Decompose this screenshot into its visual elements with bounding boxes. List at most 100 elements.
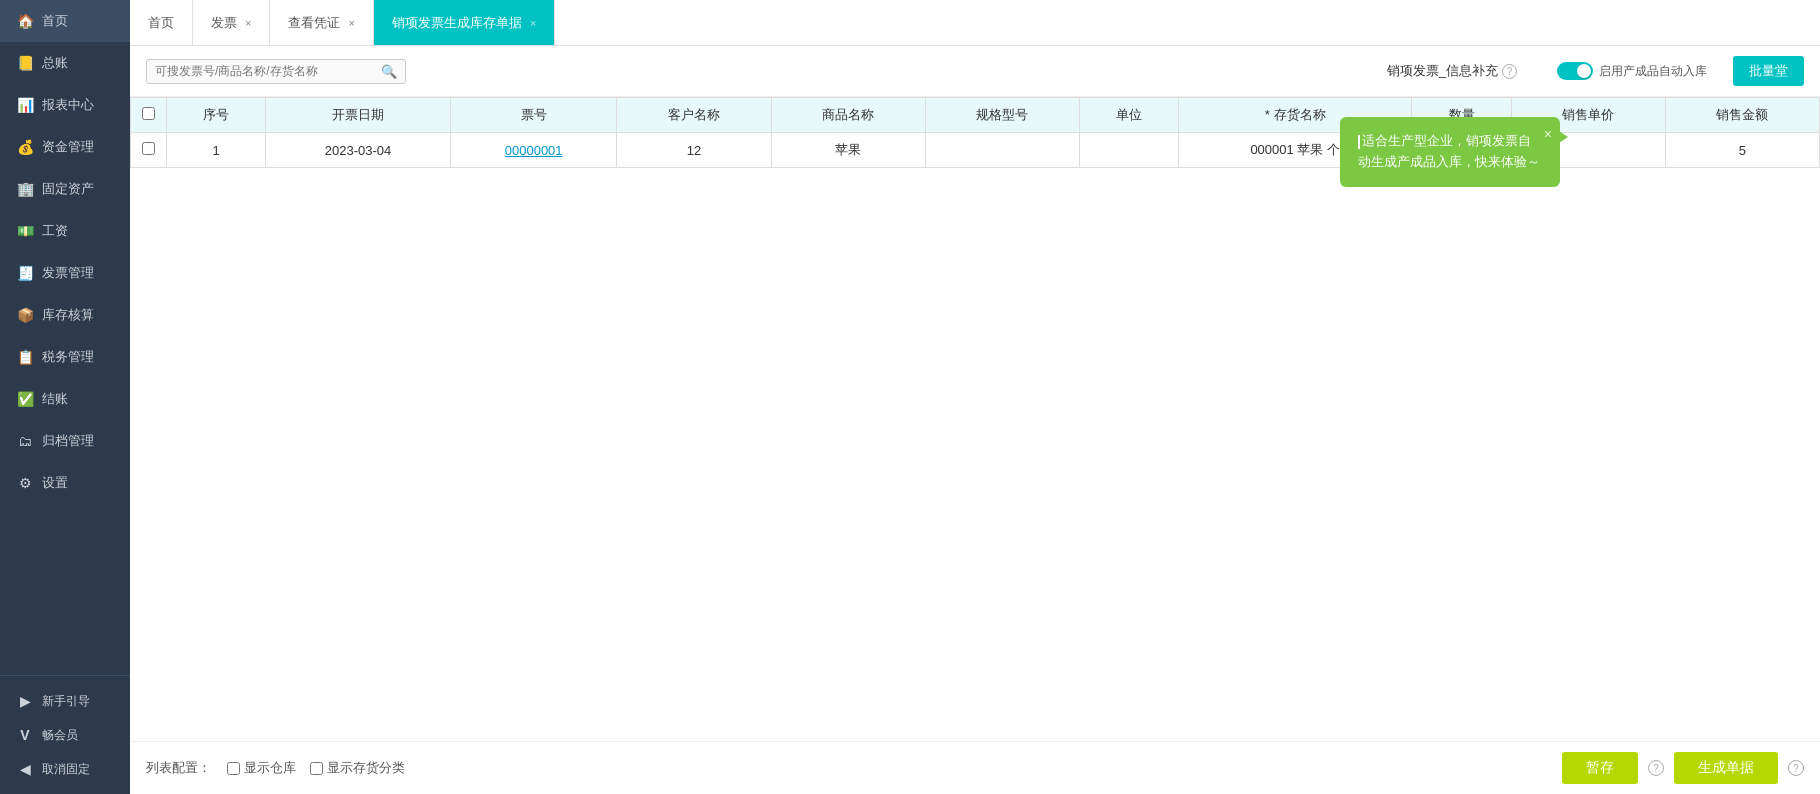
row-amount: 5 [1665, 133, 1819, 168]
tab-sales-invoice-close[interactable]: × [530, 17, 536, 29]
sidebar-item-label: 税务管理 [42, 348, 94, 366]
toggle-wrapper: 启用产成品自动入库 [1557, 62, 1707, 80]
save-button[interactable]: 暂存 [1562, 752, 1638, 784]
sidebar: 🏠 首页 📒 总账 📊 报表中心 💰 资金管理 🏢 固定资产 💵 工资 🧾 发票… [0, 0, 130, 794]
row-customer: 12 [617, 133, 771, 168]
sidebar-item-home[interactable]: 🏠 首页 [0, 0, 130, 42]
tooltip-cursor [1358, 135, 1360, 149]
sidebar-item-label: 发票管理 [42, 264, 94, 282]
main-area: 首页 发票 × 查看凭证 × 销项发票生成库存单据 × 🔍 销项发票_信息补充 … [130, 0, 1820, 794]
toolbar-row: 🔍 销项发票_信息补充 ? 启用产成品自动入库 批量堂 [130, 46, 1820, 97]
sidebar-item-label: 首页 [42, 12, 68, 30]
member-icon: V [16, 726, 34, 744]
ledger-icon: 📒 [16, 54, 34, 72]
sidebar-item-member[interactable]: V 畅会员 [0, 718, 130, 752]
tab-home[interactable]: 首页 [130, 0, 193, 45]
tab-view-voucher-label: 查看凭证 [288, 14, 340, 32]
sidebar-item-beginner-guide[interactable]: ▶ 新手引导 [0, 684, 130, 718]
row-unit [1079, 133, 1178, 168]
sidebar-item-checkout[interactable]: ✅ 结账 [0, 378, 130, 420]
sidebar-item-label: 资金管理 [42, 138, 94, 156]
sidebar-item-label: 总账 [42, 54, 68, 72]
generate-help-icon[interactable]: ? [1788, 760, 1804, 776]
tooltip-close-button[interactable]: × [1544, 123, 1552, 145]
cancel-fix-button[interactable]: ◀ 取消固定 [0, 752, 130, 786]
batch-button[interactable]: 批量堂 [1733, 56, 1804, 86]
header-ticket-no: 票号 [450, 98, 616, 133]
row-checkbox[interactable] [142, 142, 155, 155]
sidebar-item-invoice-management[interactable]: 🧾 发票管理 [0, 252, 130, 294]
sidebar-item-salary[interactable]: 💵 工资 [0, 210, 130, 252]
header-spec: 规格型号 [925, 98, 1079, 133]
sidebar-item-label: 工资 [42, 222, 68, 240]
content-area: 🔍 销项发票_信息补充 ? 启用产成品自动入库 批量堂 × 适合生产型企业，销项… [130, 46, 1820, 794]
sidebar-bottom: ▶ 新手引导 V 畅会员 ◀ 取消固定 [0, 675, 130, 794]
info-text: 销项发票_信息补充 [1387, 62, 1498, 80]
header-product-name: 商品名称 [771, 98, 925, 133]
info-question-icon[interactable]: ? [1502, 64, 1517, 79]
select-all-checkbox[interactable] [142, 107, 155, 120]
inventory-icon: 📦 [16, 306, 34, 324]
sidebar-item-tax-management[interactable]: 📋 税务管理 [0, 336, 130, 378]
show-warehouse-checkbox[interactable]: 显示仓库 [227, 759, 296, 777]
tooltip-popup: × 适合生产型企业，销项发票自动生成产成品入库，快来体验～ [1340, 117, 1560, 187]
header-unit: 单位 [1079, 98, 1178, 133]
tab-invoice-close[interactable]: × [245, 17, 251, 29]
search-input[interactable] [155, 64, 375, 78]
row-checkbox-cell [131, 133, 167, 168]
salary-icon: 💵 [16, 222, 34, 240]
header-customer: 客户名称 [617, 98, 771, 133]
row-seq: 1 [167, 133, 266, 168]
tab-sales-invoice[interactable]: 销项发票生成库存单据 × [374, 0, 555, 45]
checkout-icon: ✅ [16, 390, 34, 408]
ticket-no-link[interactable]: 00000001 [505, 143, 563, 158]
sidebar-item-inventory[interactable]: 📦 库存核算 [0, 294, 130, 336]
archive-icon: 🗂 [16, 432, 34, 450]
tab-view-voucher[interactable]: 查看凭证 × [270, 0, 373, 45]
show-category-input[interactable] [310, 762, 323, 775]
header-date: 开票日期 [266, 98, 451, 133]
row-date: 2023-03-04 [266, 133, 451, 168]
sidebar-item-label: 固定资产 [42, 180, 94, 198]
sidebar-item-fixed-assets[interactable]: 🏢 固定资产 [0, 168, 130, 210]
sidebar-bottom-label: 新手引导 [42, 693, 90, 710]
search-box[interactable]: 🔍 [146, 59, 406, 84]
sidebar-item-report-center[interactable]: 📊 报表中心 [0, 84, 130, 126]
generate-button[interactable]: 生成单据 [1674, 752, 1778, 784]
tab-view-voucher-close[interactable]: × [348, 17, 354, 29]
row-product-name: 苹果 [771, 133, 925, 168]
sidebar-item-label: 归档管理 [42, 432, 94, 450]
sidebar-item-label: 库存核算 [42, 306, 94, 324]
sidebar-item-general-ledger[interactable]: 📒 总账 [0, 42, 130, 84]
home-icon: 🏠 [16, 12, 34, 30]
assets-icon: 🏢 [16, 180, 34, 198]
tax-icon: 📋 [16, 348, 34, 366]
fund-icon: 💰 [16, 138, 34, 156]
invoice-icon: 🧾 [16, 264, 34, 282]
sidebar-item-fund-management[interactable]: 💰 资金管理 [0, 126, 130, 168]
bottom-bar: 列表配置： 显示仓库 显示存货分类 暂存 ? 生成单据 ? [130, 741, 1820, 794]
sidebar-item-archive[interactable]: 🗂 归档管理 [0, 420, 130, 462]
cancel-fix-icon: ◀ [16, 760, 34, 778]
toggle-knob [1577, 64, 1591, 78]
show-warehouse-input[interactable] [227, 762, 240, 775]
tab-sales-invoice-label: 销项发票生成库存单据 [392, 14, 522, 32]
table-container: × 适合生产型企业，销项发票自动生成产成品入库，快来体验～ 序号 开票日期 票号… [130, 97, 1820, 741]
show-category-label: 显示存货分类 [327, 759, 405, 777]
save-help-icon[interactable]: ? [1648, 760, 1664, 776]
sidebar-item-settings[interactable]: ⚙ 设置 [0, 462, 130, 504]
sidebar-item-label: 设置 [42, 474, 68, 492]
auto-warehouse-toggle[interactable] [1557, 62, 1593, 80]
table-header-row: 序号 开票日期 票号 客户名称 商品名称 规格型号 单位 * 存货名称 数量 销… [131, 98, 1820, 133]
show-category-checkbox[interactable]: 显示存货分类 [310, 759, 405, 777]
bottom-actions: 暂存 ? 生成单据 ? [1562, 752, 1804, 784]
settings-icon: ⚙ [16, 474, 34, 492]
info-label: 销项发票_信息补充 ? [1387, 62, 1517, 80]
list-config-label: 列表配置： [146, 759, 211, 777]
sidebar-item-label: 报表中心 [42, 96, 94, 114]
tooltip-text: 适合生产型企业，销项发票自动生成产成品入库，快来体验～ [1358, 133, 1540, 169]
sidebar-bottom-label: 畅会员 [42, 727, 78, 744]
tab-invoice[interactable]: 发票 × [193, 0, 270, 45]
cancel-fix-label: 取消固定 [42, 761, 90, 778]
search-icon[interactable]: 🔍 [381, 64, 397, 79]
